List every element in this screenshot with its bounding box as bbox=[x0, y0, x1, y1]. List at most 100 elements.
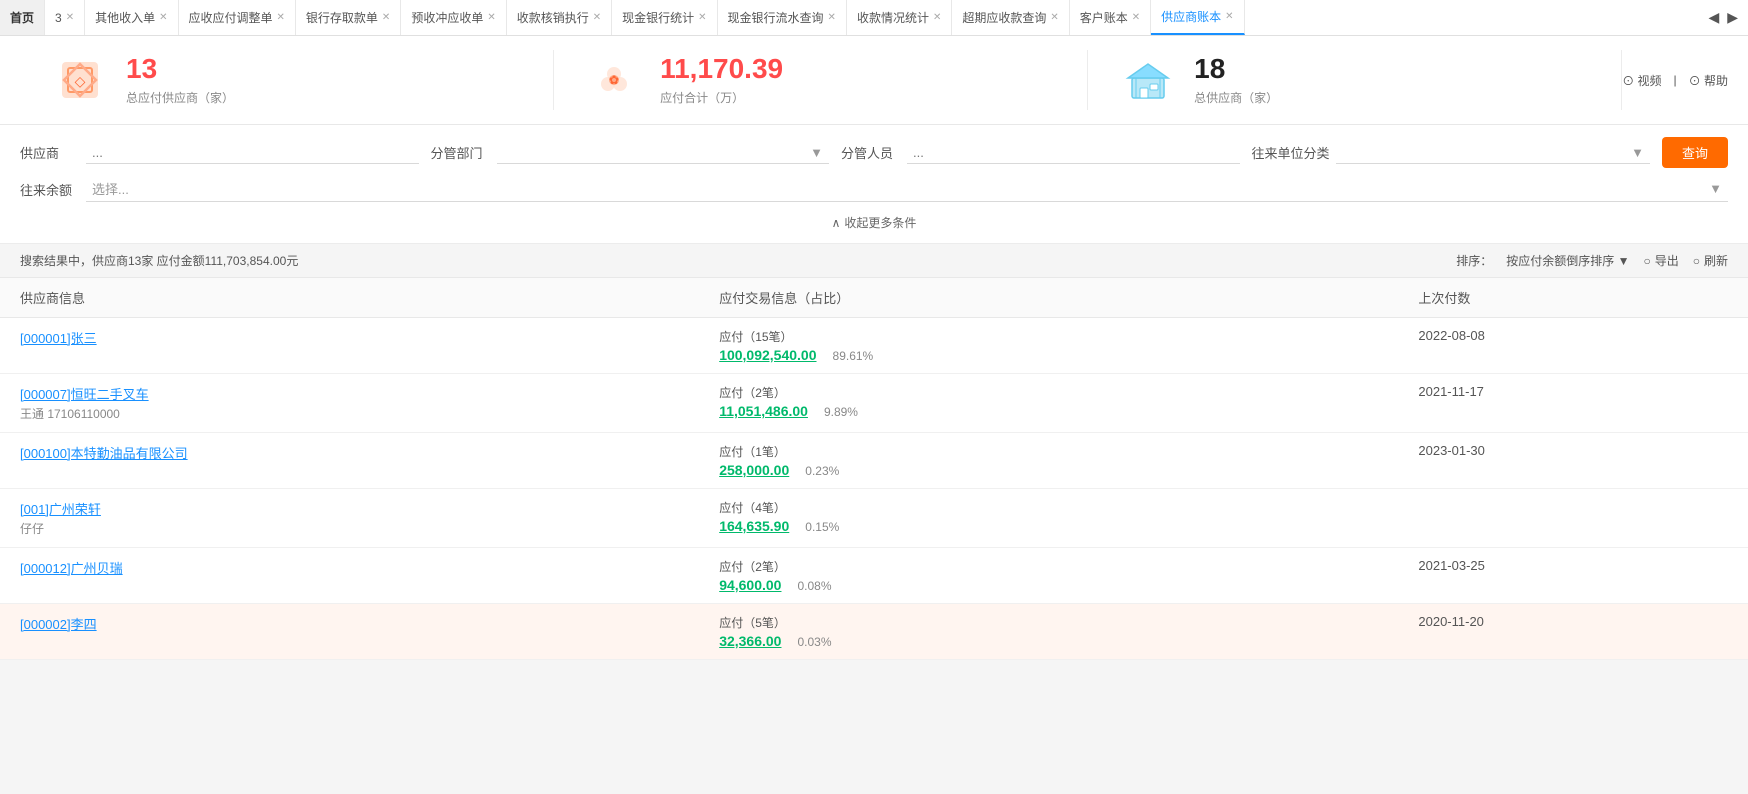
close-icon[interactable]: ✕ bbox=[277, 12, 285, 23]
payable-total-text: 11,170.39 应付合计（万） bbox=[660, 54, 783, 106]
supplier-link[interactable]: [000001]张三 bbox=[20, 331, 97, 346]
nav-tab-cash-flow-query[interactable]: 现金银行流水查询 ✕ bbox=[718, 0, 847, 35]
nav-tab-overdue-query[interactable]: 超期应收款查询 ✕ bbox=[952, 0, 1069, 35]
nav-tab-other-income[interactable]: 其他收入单 ✕ bbox=[85, 0, 178, 35]
close-icon[interactable]: ✕ bbox=[66, 12, 74, 23]
last-pay-date: 2022-08-08 bbox=[1418, 328, 1485, 343]
balance-filter-label: 往来余额 bbox=[20, 180, 80, 199]
flower-icon: ✿ bbox=[584, 50, 644, 110]
close-icon[interactable]: ✕ bbox=[1225, 11, 1233, 22]
supplier-link[interactable]: [001]广州荣轩 bbox=[20, 502, 101, 517]
last-pay-date: 2021-11-17 bbox=[1418, 384, 1484, 399]
close-icon[interactable]: ✕ bbox=[593, 12, 601, 23]
total-suppliers-value: 18 bbox=[1194, 54, 1278, 85]
nav-tab-payment-exec[interactable]: 收款核销执行 ✕ bbox=[507, 0, 612, 35]
tx-percentage: 0.15% bbox=[805, 520, 839, 534]
nav-tab-prepayment-label: 预收冲应收单 bbox=[411, 9, 483, 26]
total-suppliers-label: 总供应商（家） bbox=[1194, 89, 1278, 106]
tx-percentage: 0.23% bbox=[805, 464, 839, 478]
last-pay-cell: 2020-11-20 bbox=[1398, 604, 1748, 660]
nav-left-arrow[interactable]: ◀ bbox=[1704, 7, 1723, 28]
supplier-link[interactable]: [000007]恒旺二手叉车 bbox=[20, 387, 149, 402]
close-icon[interactable]: ✕ bbox=[382, 12, 390, 23]
supplier-link[interactable]: [000100]本特勤油品有限公司 bbox=[20, 446, 188, 461]
nav-tab-supplier-ledger[interactable]: 供应商账本 ✕ bbox=[1151, 0, 1244, 35]
close-icon[interactable]: ✕ bbox=[487, 12, 495, 23]
payable-total-value: 11,170.39 bbox=[660, 54, 783, 85]
supplier-link[interactable]: [000012]广州贝瑞 bbox=[20, 561, 123, 576]
supplier-info-cell: [001]广州荣轩仔仔 bbox=[0, 489, 699, 548]
payable-suppliers-text: 13 总应付供应商（家） bbox=[126, 54, 234, 106]
nav-tab-cash-bank-stats[interactable]: 现金银行统计 ✕ bbox=[612, 0, 717, 35]
summary-card-payable-suppliers: ◇ 13 总应付供应商（家） bbox=[20, 50, 554, 110]
data-table-container: 供应商信息 应付交易信息（占比） 上次付数 [000001]张三应付（15笔）1… bbox=[0, 278, 1748, 660]
tx-info-cell: 应付（5笔）32,366.000.03% bbox=[699, 604, 1398, 660]
supplier-link[interactable]: [000002]李四 bbox=[20, 617, 97, 632]
last-pay-cell: 2021-11-17 bbox=[1398, 374, 1748, 433]
dept-filter-label: 分管部门 bbox=[431, 143, 491, 162]
balance-select[interactable]: 选择... ▼ bbox=[86, 176, 1728, 202]
collapse-label: 收起更多条件 bbox=[844, 214, 916, 231]
query-button[interactable]: 查询 bbox=[1662, 137, 1728, 168]
nav-tab-ar-ap-adj-label: 应收应付调整单 bbox=[189, 9, 273, 26]
table-row: [000001]张三应付（15笔）100,092,540.0089.61%202… bbox=[0, 318, 1748, 374]
col-last-pay-label: 上次付数 bbox=[1418, 291, 1470, 306]
nav-tab-prepayment[interactable]: 预收冲应收单 ✕ bbox=[401, 0, 506, 35]
table-scroll-wrapper: 供应商信息 应付交易信息（占比） 上次付数 [000001]张三应付（15笔）1… bbox=[0, 278, 1748, 660]
col-last-pay: 上次付数 bbox=[1398, 278, 1748, 318]
category-select[interactable]: ▼ bbox=[1336, 142, 1650, 164]
tx-label: 应付（2笔） bbox=[719, 384, 1378, 401]
nav-tab-customer-ledger[interactable]: 客户账本 ✕ bbox=[1070, 0, 1151, 35]
video-link[interactable]: ⊙ 视频 bbox=[1622, 72, 1661, 89]
balance-select-value: 选择... bbox=[92, 179, 129, 198]
supplier-input[interactable] bbox=[86, 142, 419, 164]
nav-arrows: ◀ ▶ bbox=[1698, 7, 1748, 28]
sort-value-text: 按应付余额倒序排序 bbox=[1506, 254, 1614, 268]
table-body: [000001]张三应付（15笔）100,092,540.0089.61%202… bbox=[0, 318, 1748, 660]
dept-select[interactable]: ▼ bbox=[497, 142, 830, 164]
nav-right-arrow[interactable]: ▶ bbox=[1723, 7, 1742, 28]
nav-tab-bank-deposit-label: 银行存取款单 bbox=[306, 9, 378, 26]
refresh-button[interactable]: ○ 刷新 bbox=[1693, 252, 1728, 269]
close-icon[interactable]: ✕ bbox=[1132, 12, 1140, 23]
filter-category: 往来单位分类 ▼ bbox=[1252, 142, 1651, 164]
filter-person: 分管人员 bbox=[841, 142, 1240, 164]
help-link[interactable]: ⊙ 帮助 bbox=[1689, 72, 1728, 89]
results-bar: 搜索结果中，供应商13家 应付金额111,703,854.00元 排序： 按应付… bbox=[0, 244, 1748, 278]
supplier-sub: 王通 17106110000 bbox=[20, 405, 679, 422]
results-actions: 排序： 按应付余额倒序排序 ▼ ○ 导出 ○ 刷新 bbox=[1456, 252, 1728, 269]
tx-amount[interactable]: 100,092,540.00 bbox=[719, 347, 816, 363]
tx-amount-row: 32,366.000.03% bbox=[719, 633, 1378, 649]
diamond-icon: ◇ bbox=[50, 50, 110, 110]
tx-amount[interactable]: 94,600.00 bbox=[719, 577, 781, 593]
tx-amount[interactable]: 11,051,486.00 bbox=[719, 403, 808, 419]
col-tx-info-label: 应付交易信息（占比） bbox=[719, 291, 849, 306]
nav-tab-supplier-ledger-label: 供应商账本 bbox=[1161, 8, 1221, 25]
tx-percentage: 0.08% bbox=[797, 579, 831, 593]
table-row: [000012]广州贝瑞应付（2笔）94,600.000.08%2021-03-… bbox=[0, 548, 1748, 604]
nav-tab-3-label: 3 bbox=[55, 11, 62, 25]
close-icon[interactable]: ✕ bbox=[698, 12, 706, 23]
top-navigation: 首页 3 ✕ 其他收入单 ✕ 应收应付调整单 ✕ 银行存取款单 ✕ 预收冲应收单… bbox=[0, 0, 1748, 36]
export-button[interactable]: ○ 导出 bbox=[1643, 252, 1678, 269]
tx-amount-row: 100,092,540.0089.61% bbox=[719, 347, 1378, 363]
nav-tab-home-label: 首页 bbox=[10, 9, 34, 26]
collapse-button[interactable]: ∧ 收起更多条件 bbox=[20, 210, 1728, 235]
supplier-info-cell: [000007]恒旺二手叉车王通 17106110000 bbox=[0, 374, 699, 433]
close-icon[interactable]: ✕ bbox=[933, 12, 941, 23]
nav-tab-ar-ap-adj[interactable]: 应收应付调整单 ✕ bbox=[179, 0, 296, 35]
close-icon[interactable]: ✕ bbox=[1050, 12, 1058, 23]
nav-tab-bank-deposit[interactable]: 银行存取款单 ✕ bbox=[296, 0, 401, 35]
nav-tab-home[interactable]: 首页 bbox=[0, 0, 45, 35]
nav-tab-receipt-stats[interactable]: 收款情况统计 ✕ bbox=[847, 0, 952, 35]
tx-amount[interactable]: 258,000.00 bbox=[719, 462, 789, 478]
sort-select[interactable]: 按应付余额倒序排序 ▼ bbox=[1506, 252, 1629, 269]
nav-tab-3[interactable]: 3 ✕ bbox=[45, 0, 85, 35]
close-icon[interactable]: ✕ bbox=[159, 12, 167, 23]
close-icon[interactable]: ✕ bbox=[828, 12, 836, 23]
tx-label: 应付（2笔） bbox=[719, 558, 1378, 575]
tx-amount[interactable]: 32,366.00 bbox=[719, 633, 781, 649]
tx-amount[interactable]: 164,635.90 bbox=[719, 518, 789, 534]
nav-tab-other-income-label: 其他收入单 bbox=[95, 9, 155, 26]
person-input[interactable] bbox=[907, 142, 1240, 164]
